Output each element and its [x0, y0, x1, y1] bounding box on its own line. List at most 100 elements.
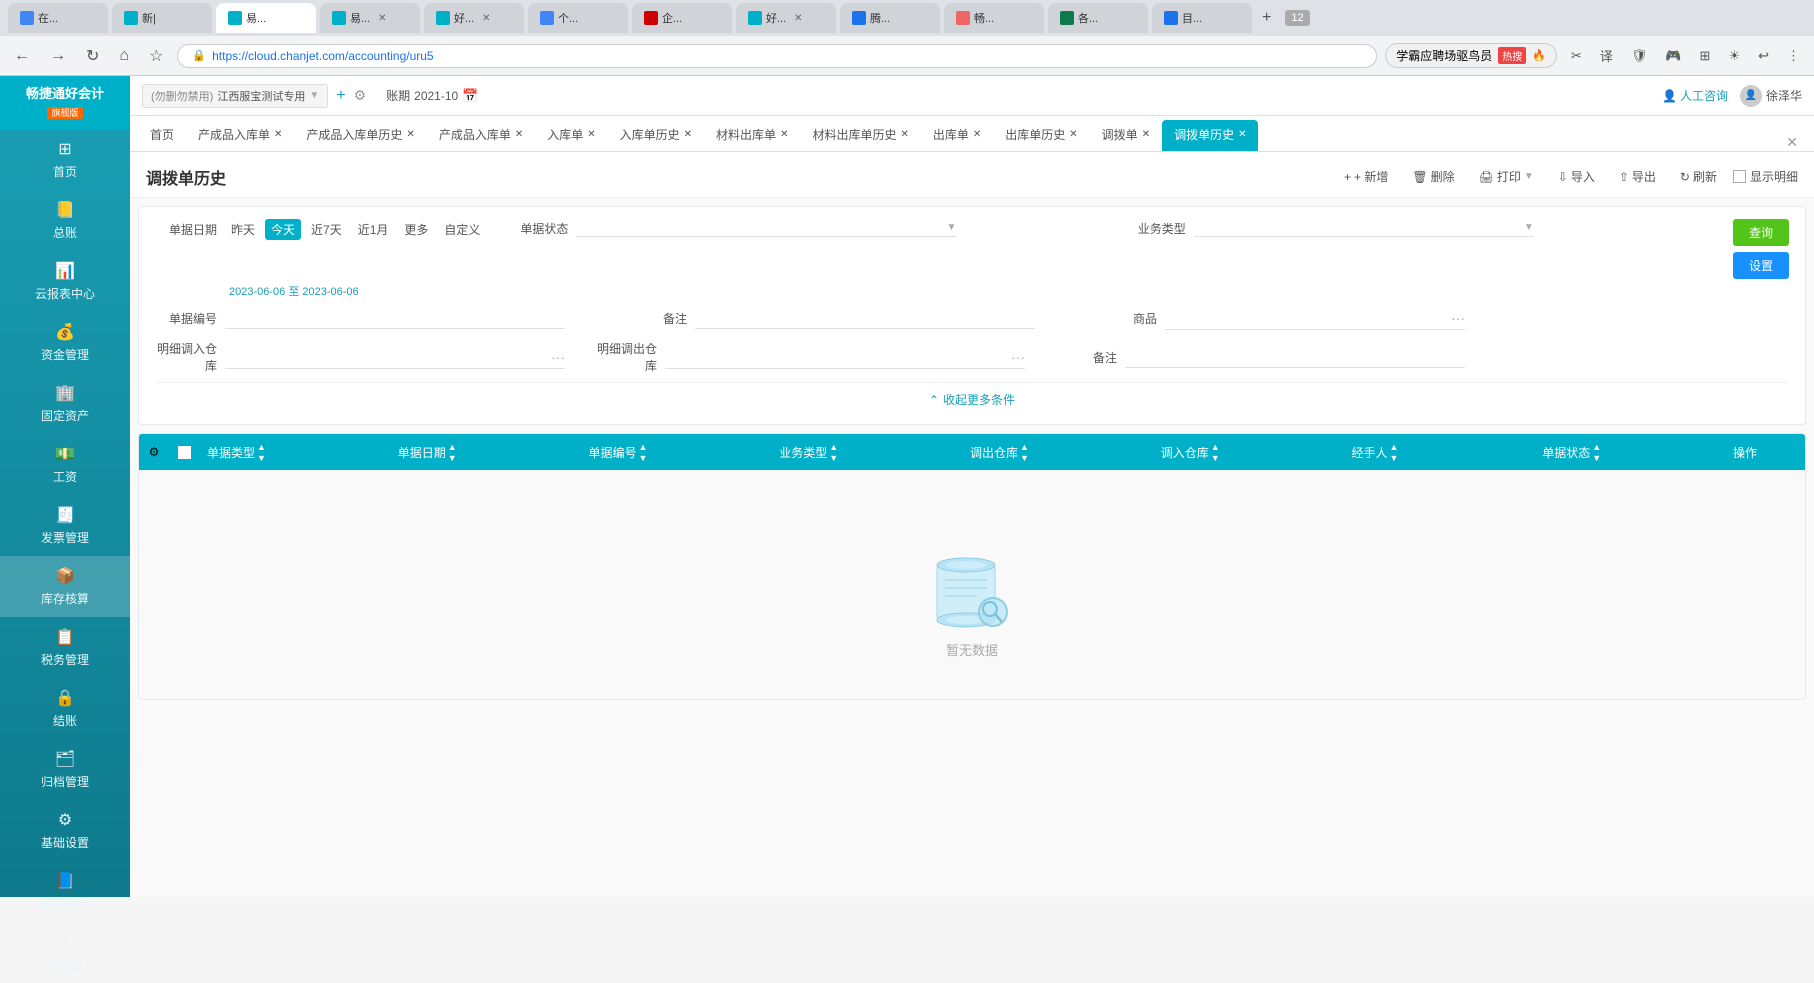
browser-tab-9[interactable]: 腾... [840, 3, 940, 33]
tab-transfer[interactable]: 调拨单 ✕ [1090, 120, 1162, 151]
tab-inbound-hist[interactable]: 入库单历史 ✕ [608, 120, 704, 151]
sidebar-item-wage[interactable]: 💵 工资 [0, 434, 130, 495]
browser-tab-7[interactable]: 企... [632, 3, 732, 33]
select-all-checkbox[interactable] [178, 446, 191, 459]
date-btn-custom[interactable]: 自定义 [438, 219, 486, 240]
delete-button[interactable]: 🗑 删除 [1404, 164, 1462, 189]
user-info[interactable]: 👤 徐泽华 [1740, 85, 1802, 107]
browser-tab-5[interactable]: 好... ✕ [424, 3, 524, 33]
detail-out-select[interactable]: ··· [665, 346, 1025, 369]
close-icon-8[interactable]: ✕ [794, 13, 802, 24]
close-icon-product-in[interactable]: ✕ [274, 129, 282, 140]
doc-num-input[interactable] [225, 308, 565, 329]
detail-in-select[interactable]: ··· [225, 346, 565, 369]
close-icon-5[interactable]: ✕ [482, 13, 490, 24]
sidebar-item-invoice[interactable]: 🧾 发票管理 [0, 495, 130, 556]
import-button[interactable]: ⇩ 导入 [1550, 164, 1603, 189]
date-btn-yesterday[interactable]: 昨天 [225, 219, 261, 240]
translate-button[interactable]: 译 [1594, 42, 1619, 69]
goods-select[interactable]: ··· [1165, 307, 1465, 330]
close-icon-product-in2[interactable]: ✕ [515, 129, 523, 140]
print-button[interactable]: 🖨 打印 ▼ [1471, 164, 1542, 189]
sidebar-item-inventory[interactable]: 📦 库存核算 [0, 556, 130, 617]
close-icon-product-in-hist[interactable]: ✕ [406, 129, 414, 140]
sidebar-item-tax[interactable]: 📋 税务管理 [0, 617, 130, 678]
th-handler[interactable]: 经手人 ▲▼ [1344, 442, 1535, 463]
back-button[interactable]: ← [8, 43, 36, 69]
goods-dots-icon[interactable]: ··· [1451, 310, 1465, 326]
close-icon-outbound-hist[interactable]: ✕ [1069, 129, 1077, 140]
close-icon-4[interactable]: ✕ [378, 13, 386, 24]
remark-input[interactable] [695, 308, 1035, 329]
th-type[interactable]: 单据类型 ▲▼ [199, 442, 390, 463]
date-btn-7days[interactable]: 近7天 [305, 219, 348, 240]
browser-tab-6[interactable]: 个... [528, 3, 628, 33]
sidebar-item-archive[interactable]: 🗂 归档管理 [0, 739, 130, 800]
tab-outbound[interactable]: 出库单 ✕ [921, 120, 993, 151]
add-button[interactable]: + + 新增 [1336, 164, 1396, 189]
close-icon-inbound[interactable]: ✕ [587, 129, 595, 140]
new-tab-button[interactable]: + [1256, 9, 1277, 27]
tab-outbound-hist[interactable]: 出库单历史 ✕ [993, 120, 1089, 151]
date-btn-more[interactable]: 更多 [398, 219, 434, 240]
browser-tab-10[interactable]: 畅... [944, 3, 1044, 33]
biz-type-select[interactable]: ▼ [1194, 219, 1534, 237]
browser-tab-11[interactable]: 各... [1048, 3, 1148, 33]
forward-button[interactable]: → [44, 43, 72, 69]
sidebar-item-member[interactable]: ✓ 畅会员 [0, 922, 130, 983]
tab-product-in-hist[interactable]: 产成品入库单历史 ✕ [294, 120, 426, 151]
sidebar-item-home[interactable]: ⊞ 首页 [0, 129, 130, 190]
close-icon-outbound[interactable]: ✕ [973, 129, 981, 140]
sidebar-item-ledger[interactable]: 📒 总账 [0, 190, 130, 251]
th-date[interactable]: 单据日期 ▲▼ [390, 442, 581, 463]
sidebar-item-asset[interactable]: 🏢 固定资产 [0, 373, 130, 434]
tab-home[interactable]: 首页 [138, 120, 186, 151]
refresh-button[interactable]: ↻ 刷新 [1672, 164, 1725, 189]
close-icon-transfer[interactable]: ✕ [1142, 129, 1150, 140]
export-button[interactable]: ⇧ 导出 [1611, 164, 1664, 189]
service-button[interactable]: 👤 人工咨询 [1662, 87, 1728, 104]
browser-tab-4[interactable]: 易... ✕ [320, 3, 420, 33]
th-out-warehouse[interactable]: 调出仓库 ▲▼ [962, 442, 1153, 463]
menu-button[interactable]: ⋮ [1781, 44, 1806, 68]
browser-tab-2[interactable]: 新| [112, 3, 212, 33]
tab-product-in[interactable]: 产成品入库单 ✕ [186, 120, 294, 151]
show-cols-toggle[interactable]: 显示明细 [1733, 168, 1798, 185]
close-icon-material-out[interactable]: ✕ [780, 129, 788, 140]
detail-in-dots-icon[interactable]: ··· [551, 349, 565, 365]
home-button[interactable]: ⌂ [113, 43, 135, 69]
search-button[interactable]: 查询 [1733, 219, 1789, 246]
th-status[interactable]: 单据状态 ▲▼ [1534, 442, 1725, 463]
tab-transfer-hist[interactable]: 调拨单历史 ✕ [1162, 120, 1258, 151]
search-bar[interactable]: 学霸应聘场驱鸟员 热搜 🔥 [1385, 43, 1557, 68]
close-icon-inbound-hist[interactable]: ✕ [684, 129, 692, 140]
th-check[interactable] [169, 446, 199, 459]
sidebar-item-closing[interactable]: 🔒 结账 [0, 678, 130, 739]
browser-tab-1[interactable]: 在... [8, 3, 108, 33]
status-select[interactable]: ▼ [576, 219, 956, 237]
tab-close-panel[interactable]: ✕ [1778, 134, 1806, 151]
th-biz-type[interactable]: 业务类型 ▲▼ [771, 442, 962, 463]
show-cols-checkbox[interactable] [1733, 170, 1746, 183]
detail-out-dots-icon[interactable]: ··· [1011, 349, 1025, 365]
th-number[interactable]: 单据编号 ▲▼ [581, 442, 772, 463]
date-btn-1month[interactable]: 近1月 [352, 219, 395, 240]
company-settings-button[interactable]: ⚙ [354, 87, 367, 104]
extension-2[interactable]: 🎮 [1659, 44, 1687, 68]
sidebar-item-settings[interactable]: ⚙ 基础设置 [0, 800, 130, 861]
sidebar-item-report[interactable]: 📊 云报表中心 [0, 251, 130, 312]
th-gear[interactable]: ⚙ [139, 445, 169, 459]
tab-material-out[interactable]: 材料出库单 ✕ [704, 120, 800, 151]
close-icon-transfer-hist[interactable]: ✕ [1238, 129, 1246, 140]
tab-material-out-hist[interactable]: 材料出库单历史 ✕ [800, 120, 920, 151]
add-company-button[interactable]: + [336, 87, 345, 105]
calendar-icon[interactable]: 📅 [462, 88, 478, 104]
th-in-warehouse[interactable]: 调入仓库 ▲▼ [1153, 442, 1344, 463]
browser-tab-12[interactable]: 目... [1152, 3, 1252, 33]
browser-tab-8[interactable]: 好... ✕ [736, 3, 836, 33]
sidebar-item-fund[interactable]: 💰 资金管理 [0, 312, 130, 373]
address-bar[interactable]: 🔒 https://cloud.chanjet.com/accounting/u… [177, 44, 1377, 68]
date-btn-today[interactable]: 今天 [265, 219, 301, 240]
grid-button[interactable]: ⊞ [1694, 44, 1717, 68]
close-icon-material-out-hist[interactable]: ✕ [900, 129, 908, 140]
